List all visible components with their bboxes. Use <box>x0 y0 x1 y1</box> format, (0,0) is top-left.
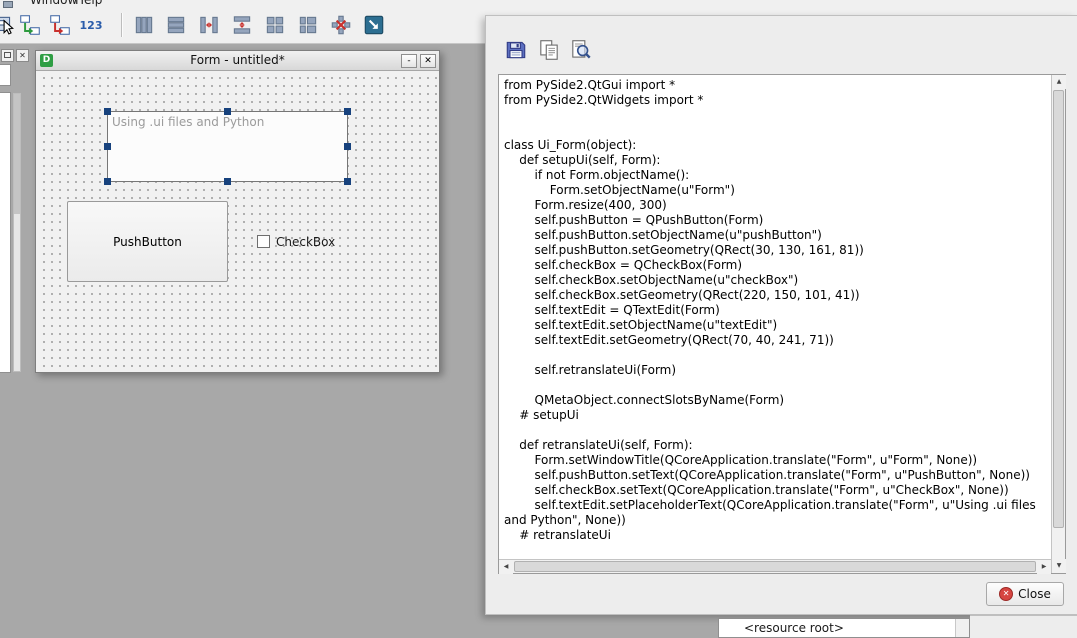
selection-handle-middle-right[interactable] <box>344 143 351 150</box>
scroll-up-icon[interactable]: ▲ <box>1052 75 1066 89</box>
scrollbar-thumb[interactable] <box>514 561 1036 572</box>
checkbox-indicator[interactable] <box>257 235 270 248</box>
edit-buddies-icon[interactable] <box>48 13 72 37</box>
form-canvas[interactable]: Using .ui files and Python PushButton Ch… <box>37 71 438 371</box>
menu-help[interactable]: Help <box>75 0 102 7</box>
save-icon[interactable] <box>504 38 528 62</box>
layout-horizontal-splitter-icon[interactable] <box>197 13 221 37</box>
textedit-widget[interactable]: Using .ui files and Python <box>107 111 348 182</box>
layout-vertically-icon[interactable] <box>164 13 188 37</box>
pushbutton-label: PushButton <box>113 235 182 249</box>
close-circle-icon: ✕ <box>999 587 1013 601</box>
layout-form-icon[interactable] <box>296 13 320 37</box>
widgetbox-scrollbar[interactable] <box>13 93 21 372</box>
dock-float-button[interactable] <box>1 49 14 62</box>
code-preview-dialog: from PySide2.QtGui import * from PySide2… <box>485 15 1077 615</box>
form-window-title: Form - untitled* <box>190 53 284 67</box>
layout-grid-icon[interactable] <box>263 13 287 37</box>
generated-code[interactable]: from PySide2.QtGui import * from PySide2… <box>499 75 1050 558</box>
qt-designer-app: Window Help 1 <box>0 0 1077 638</box>
edit-tab-order-icon[interactable]: 123 <box>79 13 103 37</box>
minimize-button[interactable]: - <box>401 54 417 68</box>
scroll-left-icon[interactable]: ◀ <box>499 560 513 574</box>
code-view[interactable]: from PySide2.QtGui import * from PySide2… <box>498 74 1066 574</box>
close-icon: ✕ <box>19 51 26 60</box>
selection-handle-top-left[interactable] <box>104 108 111 115</box>
resource-scrollbar[interactable] <box>955 619 969 637</box>
textedit-placeholder: Using .ui files and Python <box>112 115 264 129</box>
close-button-label: Close <box>1018 587 1051 601</box>
layout-vertical-splitter-icon[interactable] <box>230 13 254 37</box>
edit-signals-slots-icon[interactable] <box>18 13 42 37</box>
scrollbar-thumb[interactable] <box>14 94 20 214</box>
designer-form-icon: D <box>40 54 53 67</box>
dock-close-button[interactable]: ✕ <box>16 49 29 62</box>
code-vertical-scrollbar[interactable]: ▲ ▼ <box>1051 75 1065 573</box>
pushbutton-widget[interactable]: PushButton <box>67 201 228 282</box>
scroll-right-icon[interactable]: ▶ <box>1037 560 1051 574</box>
scrollbar-thumb[interactable] <box>1053 90 1064 528</box>
app-icon <box>3 1 13 8</box>
adjust-size-icon[interactable] <box>362 13 386 37</box>
form-window-titlebar[interactable]: D Form - untitled* - ✕ <box>36 51 439 71</box>
copy-icon[interactable] <box>537 38 561 62</box>
resource-root-item[interactable]: <resource root> <box>744 621 844 635</box>
close-button[interactable]: ✕ <box>420 54 436 68</box>
checkbox-label: CheckBox <box>276 235 335 249</box>
menu-window[interactable]: Window <box>30 0 77 7</box>
search-icon[interactable] <box>569 38 593 62</box>
float-icon <box>4 52 11 58</box>
close-dialog-button[interactable]: ✕ Close <box>986 582 1064 606</box>
selection-handle-top-middle[interactable] <box>224 108 231 115</box>
edit-widgets-icon[interactable] <box>0 13 15 37</box>
selection-handle-top-right[interactable] <box>344 108 351 115</box>
form-editor-window: D Form - untitled* - ✕ Using .ui files a… <box>35 50 440 373</box>
widgetbox-filter-input[interactable] <box>0 64 11 86</box>
checkbox-widget[interactable]: CheckBox <box>257 221 358 262</box>
menubar: Window Help <box>0 0 1077 9</box>
toolbar-separator <box>121 13 123 37</box>
selection-handle-middle-left[interactable] <box>104 143 111 150</box>
selection-handle-bottom-left[interactable] <box>104 178 111 185</box>
selection-handle-bottom-middle[interactable] <box>224 178 231 185</box>
widgetbox-list[interactable] <box>0 92 11 373</box>
resource-browser[interactable]: <resource root> <box>718 618 970 638</box>
bottom-right-panel <box>970 615 1077 638</box>
break-layout-icon[interactable] <box>329 13 353 37</box>
layout-horizontally-icon[interactable] <box>132 13 156 37</box>
code-horizontal-scrollbar[interactable]: ◀ ▶ <box>499 559 1051 573</box>
scroll-down-icon[interactable]: ▼ <box>1052 559 1066 573</box>
selection-handle-bottom-right[interactable] <box>344 178 351 185</box>
